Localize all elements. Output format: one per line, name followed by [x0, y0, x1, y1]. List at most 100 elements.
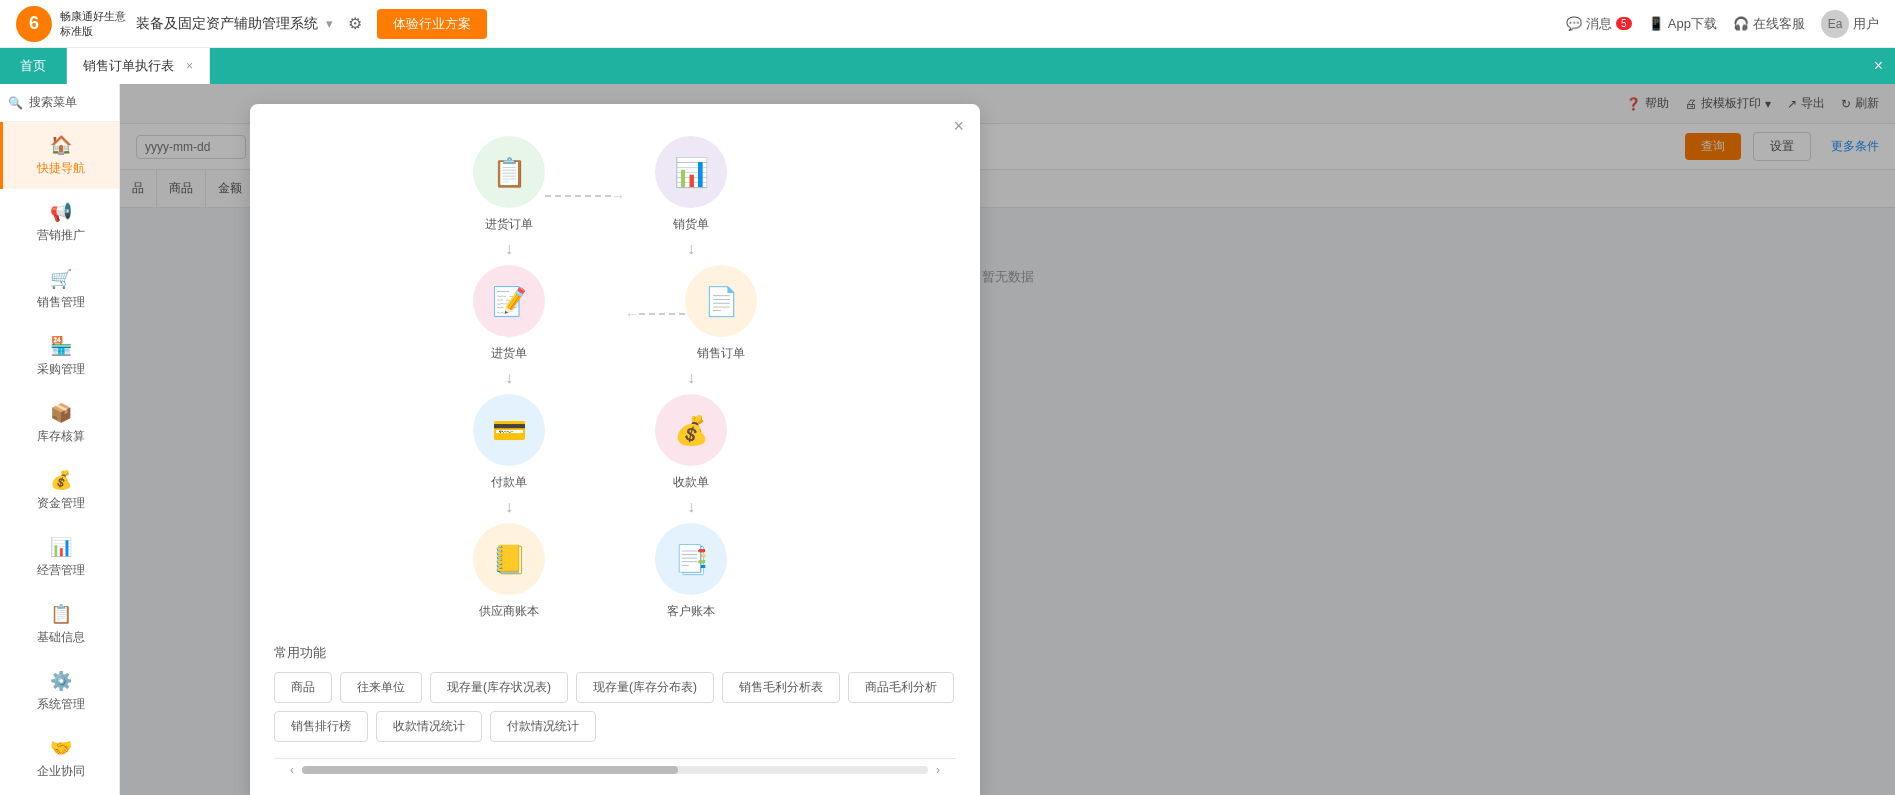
avatar: Ea: [1821, 10, 1849, 38]
sales-order-circle: 📄: [685, 265, 757, 337]
func-btn-stock-status[interactable]: 现存量(库存状况表): [430, 672, 568, 703]
app-download-button[interactable]: 📱 App下载: [1648, 15, 1717, 33]
flow-col-right: 📊 销货单 ↓ ←: [625, 136, 757, 620]
logo-area: 6 畅康通好生意 标准版: [16, 6, 136, 42]
scroll-left-arrow[interactable]: ‹: [290, 763, 294, 777]
sidebar-item-finance[interactable]: 💰 资金管理: [0, 457, 119, 524]
scrollbar-area: ‹ ›: [274, 758, 956, 781]
sales-order-icon: 📄: [704, 285, 739, 318]
func-buttons-row2: 销售排行榜 收款情况统计 付款情况统计: [274, 711, 956, 742]
flow-diagram: 📋 进货订单 ↓ 📝 进货单: [274, 128, 956, 636]
scrollbar-thumb[interactable]: [302, 766, 678, 774]
sidebar-item-inventory[interactable]: 📦 库存核算: [0, 390, 119, 457]
message-badge: 5: [1616, 17, 1632, 30]
enterprise-icon: 🤝: [50, 737, 72, 759]
sidebar-item-enterprise[interactable]: 🤝 企业协同: [0, 725, 119, 792]
payment-bill-icon: 💳: [492, 414, 527, 447]
sales-bill-icon: 📊: [674, 156, 709, 189]
settings-button[interactable]: ⚙: [341, 10, 369, 38]
sidebar-item-operations[interactable]: 📊 经营管理: [0, 524, 119, 591]
flow-node-purchase-order[interactable]: 📋 进货订单: [473, 136, 545, 233]
basic-info-icon: 📋: [50, 603, 72, 625]
purchase-order-icon: 📋: [492, 156, 527, 189]
popup-close-button[interactable]: ×: [953, 116, 964, 137]
h-connectors: →: [545, 160, 625, 568]
func-btn-goods-profit[interactable]: 商品毛利分析: [848, 672, 954, 703]
main-layout: 🔍 搜索菜单 🏠 快捷导航 📢 营销推广 🛒 销售管理 🏪 采购管理 📦 库存核…: [0, 84, 1895, 795]
finance-icon: 💰: [50, 469, 72, 491]
logo-text: 畅康通好生意 标准版: [60, 9, 126, 38]
receipt-bill-circle: 💰: [655, 394, 727, 466]
sidebar: 🔍 搜索菜单 🏠 快捷导航 📢 营销推广 🛒 销售管理 🏪 采购管理 📦 库存核…: [0, 84, 120, 795]
user-area[interactable]: Ea 用户: [1821, 10, 1879, 38]
tab-bar: 首页 销售订单执行表 × ×: [0, 48, 1895, 84]
flow-node-sales-order[interactable]: 📄 销售订单: [685, 265, 757, 362]
search-menu[interactable]: 🔍 搜索菜单: [0, 84, 119, 122]
service-icon: 🎧: [1733, 16, 1749, 31]
func-btn-stock-dist[interactable]: 现存量(库存分布表): [576, 672, 714, 703]
flow-node-receipt-bill[interactable]: 💰 收款单: [655, 394, 727, 491]
customer-account-icon: 📑: [674, 543, 709, 576]
system-title: 装备及固定资产辅助管理系统: [136, 15, 318, 33]
func-buttons: 商品 往来单位 现存量(库存状况表) 现存量(库存分布表) 销售毛利分析表 商品…: [274, 672, 956, 703]
scroll-right-arrow[interactable]: ›: [936, 763, 940, 777]
logo-icon: 6: [16, 6, 52, 42]
func-btn-sales-profit[interactable]: 销售毛利分析表: [722, 672, 840, 703]
sidebar-item-basic-info[interactable]: 📋 基础信息: [0, 591, 119, 658]
arrow-down-5: ↓: [687, 362, 695, 394]
payment-bill-circle: 💳: [473, 394, 545, 466]
sales-order-row: ← 📄 销售订单: [625, 265, 757, 362]
func-btn-partners[interactable]: 往来单位: [340, 672, 422, 703]
arrow-down-1: ↓: [505, 233, 513, 265]
purchase-bill-circle: 📝: [473, 265, 545, 337]
tab-home[interactable]: 首页: [0, 48, 67, 84]
func-btn-goods[interactable]: 商品: [274, 672, 332, 703]
scrollbar-track: [302, 766, 928, 774]
arrow-down-2: ↓: [505, 362, 513, 394]
common-functions-title: 常用功能: [274, 644, 956, 662]
top-header: 6 畅康通好生意 标准版 装备及固定资产辅助管理系统 ▾ ⚙ 体验行业方案 💬 …: [0, 0, 1895, 48]
header-right: 💬 消息 5 📱 App下载 🎧 在线客服 Ea 用户: [1566, 10, 1879, 38]
quick-nav-icon: 🏠: [50, 134, 72, 156]
flow-col-left: 📋 进货订单 ↓ 📝 进货单: [473, 136, 545, 620]
flow-node-supplier-account[interactable]: 📒 供应商账本: [473, 523, 545, 620]
flow-node-customer-account[interactable]: 📑 客户账本: [655, 523, 727, 620]
sales-icon: 🛒: [50, 268, 72, 290]
arrow-down-3: ↓: [505, 491, 513, 523]
flow-node-sales-bill[interactable]: 📊 销货单: [655, 136, 727, 233]
sidebar-item-quick-nav[interactable]: 🏠 快捷导航: [0, 122, 119, 189]
func-btn-receipt-stats[interactable]: 收款情况统计: [376, 711, 482, 742]
dropdown-arrow-icon[interactable]: ▾: [326, 16, 333, 31]
message-icon: 💬: [1566, 16, 1582, 31]
func-btn-payment-stats[interactable]: 付款情况统计: [490, 711, 596, 742]
receipt-bill-icon: 💰: [674, 414, 709, 447]
func-btn-sales-rank[interactable]: 销售排行榜: [274, 711, 368, 742]
supplier-account-circle: 📒: [473, 523, 545, 595]
service-button[interactable]: 🎧 在线客服: [1733, 15, 1805, 33]
flow-node-payment-bill[interactable]: 💳 付款单: [473, 394, 545, 491]
trial-button[interactable]: 体验行业方案: [377, 9, 487, 39]
tab-sales-order[interactable]: 销售订单执行表 ×: [67, 48, 210, 84]
customer-account-circle: 📑: [655, 523, 727, 595]
system-title-area: 装备及固定资产辅助管理系统 ▾ ⚙ 体验行业方案: [136, 9, 1566, 39]
quickguide-popup: × 📋 进货订单 ↓: [250, 104, 980, 795]
common-functions: 常用功能 商品 往来单位 现存量(库存状况表) 现存量(库存分布表) 销售毛利分…: [274, 644, 956, 742]
content-area: ❓ 帮助 🖨 按模板打印 ▾ ↗ 导出 ↻ 刷新 📅 单据状态: [120, 84, 1895, 795]
arrow-down-6: ↓: [687, 491, 695, 523]
arrow-down-4: ↓: [687, 233, 695, 265]
purchase-bill-icon: 📝: [492, 285, 527, 318]
tab-close-icon[interactable]: ×: [186, 59, 193, 73]
purchase-order-circle: 📋: [473, 136, 545, 208]
marketing-icon: 📢: [50, 201, 72, 223]
flow-node-purchase-bill[interactable]: 📝 进货单: [473, 265, 545, 362]
sales-bill-circle: 📊: [655, 136, 727, 208]
app-icon: 📱: [1648, 16, 1664, 31]
tab-bar-close-button[interactable]: ×: [1862, 57, 1895, 75]
sidebar-item-marketing[interactable]: 📢 营销推广: [0, 189, 119, 256]
sidebar-item-purchase[interactable]: 🏪 采购管理: [0, 323, 119, 390]
purchase-icon: 🏪: [50, 335, 72, 357]
supplier-account-icon: 📒: [492, 543, 527, 576]
message-button[interactable]: 💬 消息 5: [1566, 15, 1632, 33]
sidebar-item-sales[interactable]: 🛒 销售管理: [0, 256, 119, 323]
sidebar-item-system[interactable]: ⚙️ 系统管理: [0, 658, 119, 725]
